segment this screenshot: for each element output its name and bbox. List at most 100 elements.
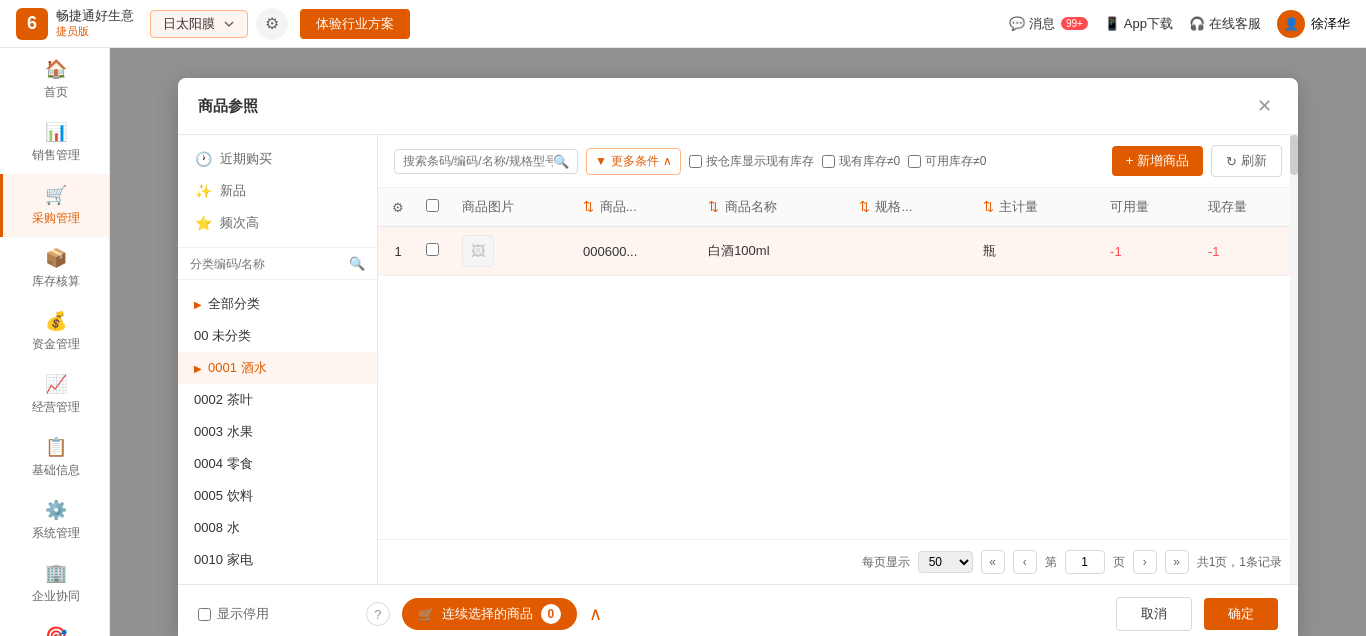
per-page-select[interactable]: 50 100 200 [918,551,973,573]
td-unit: 瓶 [975,227,1103,276]
usable-stock-checkbox-label[interactable]: 可用库存≠0 [908,153,986,170]
shortcut-recent[interactable]: 🕐 近期购买 [178,143,377,175]
th-name[interactable]: ⇅ 商品名称 [700,188,851,227]
category-search-area: 🔍 [178,248,377,280]
column-settings-icon[interactable]: ⚙ [392,200,404,215]
page-input[interactable] [1065,550,1105,574]
filter-label: 更多条件 [611,153,659,170]
shortcut-new[interactable]: ✨ 新品 [178,175,377,207]
refresh-label: 刷新 [1241,152,1267,170]
system-icon: ⚙️ [45,499,67,521]
prev-page-button[interactable]: ‹ [1013,550,1037,574]
arrow-0001-icon: ▶ [194,363,202,374]
sidebar-item-sales[interactable]: 📊销售管理 [0,111,109,174]
by-warehouse-checkbox[interactable] [689,155,702,168]
shortcut-frequent[interactable]: ⭐ 频次高 [178,207,377,239]
main-layout: 🏠首页📊销售管理🛒采购管理📦库存核算💰资金管理📈经营管理📋基础信息⚙️系统管理🏢… [0,48,1366,636]
product-current: -1 [1208,244,1220,259]
td-num: 1 [378,227,418,276]
sidebar-item-inventory[interactable]: 📦库存核算 [0,237,109,300]
collapse-arrow-icon[interactable]: ∧ [589,603,602,625]
cart-area[interactable]: 🛒 连续选择的商品 0 [402,598,577,630]
online-service-item[interactable]: 🎧 在线客服 [1189,15,1261,33]
modal-close-button[interactable]: ✕ [1250,92,1278,120]
sidebar-item-enterprise[interactable]: 🏢企业协同 [0,552,109,615]
category-0010[interactable]: 0010 家电 [178,544,377,576]
nav-right: 💬 消息 99+ 📱 App下载 🎧 在线客服 👤 徐泽华 [1009,10,1350,38]
row-checkbox[interactable] [426,243,439,256]
app-download-item[interactable]: 📱 App下载 [1104,15,1173,33]
show-disabled-label[interactable]: 显示停用 [198,605,269,623]
td-checkbox [418,227,454,276]
th-settings[interactable]: ⚙ [378,188,418,227]
next-page-button[interactable]: › [1133,550,1157,574]
table-row[interactable]: 1 🖼 [378,227,1298,276]
phone-icon: 📱 [1104,16,1120,31]
product-usable: -1 [1110,244,1122,259]
td-spec [851,227,975,276]
sidebar-item-purchase[interactable]: 🛒采购管理 [0,174,109,237]
th-unit[interactable]: ⇅ 主计量 [975,188,1103,227]
category-search-input[interactable] [190,257,349,271]
sidebar-item-basic[interactable]: 📋基础信息 [0,426,109,489]
search-icon[interactable]: 🔍 [553,154,569,169]
category-0001[interactable]: ▶ 0001 酒水 [178,352,377,384]
th-spec[interactable]: ⇅ 规格... [851,188,975,227]
star-icon: ⭐ [194,214,212,232]
tenant-selector[interactable]: 日太阳膜 [150,10,248,38]
category-0003-label: 0003 水果 [194,423,253,441]
try-solution-button[interactable]: 体验行业方案 [300,9,410,39]
product-name: 白酒100ml [708,243,769,258]
sidebar-item-home[interactable]: 🏠首页 [0,48,109,111]
category-search-icon[interactable]: 🔍 [349,256,365,271]
scrollbar-thumb[interactable] [1290,135,1298,175]
logo-text: 畅捷通好生意 [56,8,134,25]
message-badge: 99+ [1061,17,1088,30]
settings-button[interactable]: ⚙ [256,8,288,40]
help-button[interactable]: ? [366,602,390,626]
filter-button[interactable]: ▼ 更多条件 ∧ [586,148,681,175]
th-code[interactable]: ⇅ 商品... [575,188,700,227]
message-nav-item[interactable]: 💬 消息 99+ [1009,15,1088,33]
select-all-checkbox[interactable] [426,199,439,212]
cart-count: 0 [541,604,561,624]
add-product-button[interactable]: + 新增商品 [1112,146,1203,176]
logo-area: 6 畅捷通好生意 捷员版 [16,8,134,40]
has-stock-checkbox[interactable] [822,155,835,168]
first-page-button[interactable]: « [981,550,1005,574]
th-name-sort-icon: ⇅ [708,199,719,214]
refresh-button[interactable]: ↻ 刷新 [1211,145,1282,177]
category-0008[interactable]: 0008 水 [178,512,377,544]
th-current: 现存量 [1200,188,1298,227]
category-0001-label: 0001 酒水 [208,359,267,377]
product-unit: 瓶 [983,243,996,258]
product-search-input[interactable] [403,154,553,168]
has-stock-checkbox-label[interactable]: 现有库存≠0 [822,153,900,170]
last-page-button[interactable]: » [1165,550,1189,574]
sidebar-item-guide[interactable]: 🎯新手引导 [0,615,109,636]
category-0004[interactable]: 0004 零食 [178,448,377,480]
logo-icon: 6 [16,8,48,40]
right-panel-container: 🔍 ▼ 更多条件 ∧ 按仓库显示现有库存 [378,135,1298,584]
sidebar-item-finance[interactable]: 💰资金管理 [0,300,109,363]
th-unit-sort-icon: ⇅ [983,199,994,214]
show-disabled-checkbox[interactable] [198,608,211,621]
cart-label: 连续选择的商品 [442,605,533,623]
category-00[interactable]: 00 未分类 [178,320,377,352]
cancel-button[interactable]: 取消 [1116,597,1192,631]
user-avatar-area[interactable]: 👤 徐泽华 [1277,10,1350,38]
category-0005[interactable]: 0005 饮料 [178,480,377,512]
sidebar-item-operation[interactable]: 📈经营管理 [0,363,109,426]
logo-text-block: 畅捷通好生意 捷员版 [56,8,134,40]
category-all[interactable]: ▶ 全部分类 [178,288,377,320]
usable-stock-checkbox[interactable] [908,155,921,168]
category-0004-label: 0004 零食 [194,455,253,473]
confirm-button[interactable]: 确定 [1204,598,1278,630]
purchase-icon: 🛒 [45,184,67,206]
product-table-container: ⚙ 商品图片 [378,188,1298,539]
by-warehouse-checkbox-label[interactable]: 按仓库显示现有库存 [689,153,814,170]
category-0003[interactable]: 0003 水果 [178,416,377,448]
category-0002[interactable]: 0002 茶叶 [178,384,377,416]
modal-body: 🕐 近期购买 ✨ 新品 ⭐ 频次高 [178,135,1298,584]
sidebar-item-system[interactable]: ⚙️系统管理 [0,489,109,552]
